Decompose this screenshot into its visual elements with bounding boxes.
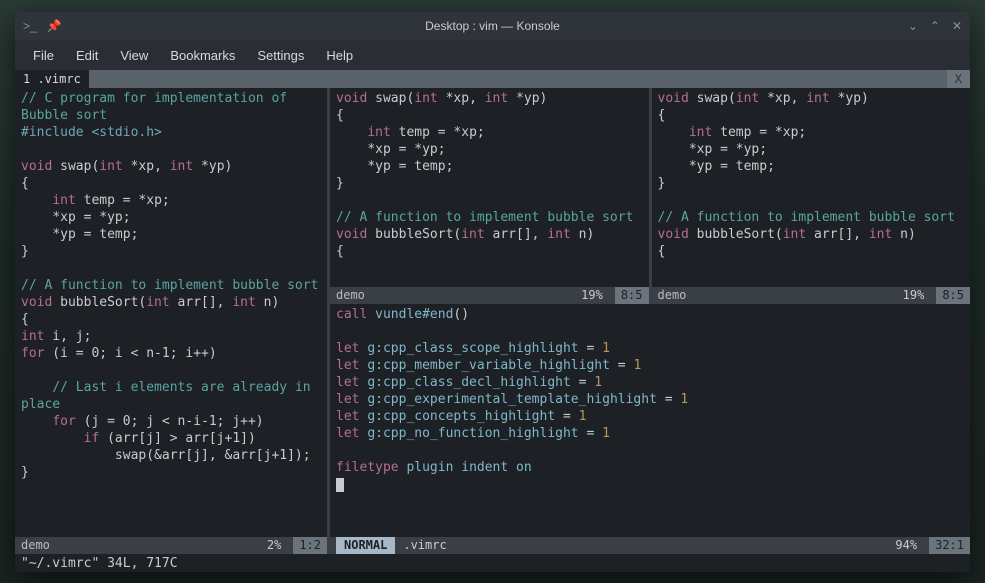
mode-indicator: NORMAL: [336, 537, 395, 554]
status-position: 32:1: [929, 537, 970, 554]
cursor: [336, 478, 344, 492]
status-percent: 2%: [267, 537, 281, 554]
status-percent: 19%: [581, 287, 603, 304]
close-button[interactable]: ✕: [952, 19, 962, 33]
menu-file[interactable]: File: [25, 44, 62, 67]
menu-help[interactable]: Help: [318, 44, 361, 67]
pane-vimrc: call vundle#end() let g:cpp_class_scope_…: [330, 304, 970, 554]
tab-vimrc[interactable]: 1 .vimrc: [15, 70, 89, 88]
pane-top-a: void swap(int *xp, int *yp) { int temp =…: [330, 88, 649, 304]
maximize-button[interactable]: ⌃: [930, 19, 940, 33]
status-position: 8:5: [936, 287, 970, 304]
status-percent: 19%: [903, 287, 925, 304]
statusline-top-a: demo 19% 8:5: [330, 287, 649, 304]
menubar: File Edit View Bookmarks Settings Help: [15, 40, 970, 70]
code-demo-a[interactable]: void swap(int *xp, int *yp) { int temp =…: [330, 88, 649, 287]
window-title: Desktop : vim — Konsole: [15, 19, 970, 33]
minimize-button[interactable]: ⌄: [908, 19, 918, 33]
terminal-icon: >_: [23, 19, 37, 33]
statusline-left: demo 2% 1:2: [15, 537, 327, 554]
menu-bookmarks[interactable]: Bookmarks: [162, 44, 243, 67]
status-filename: demo: [658, 287, 687, 304]
menu-edit[interactable]: Edit: [68, 44, 106, 67]
editor-area: // C program for implementation of Bubbl…: [15, 88, 970, 554]
code-vimrc[interactable]: call vundle#end() let g:cpp_class_scope_…: [330, 304, 970, 537]
code-demo-b[interactable]: void swap(int *xp, int *yp) { int temp =…: [652, 88, 971, 287]
menu-view[interactable]: View: [112, 44, 156, 67]
tabline-fill: [89, 70, 947, 88]
titlebar[interactable]: >_ 📌 Desktop : vim — Konsole ⌄ ⌃ ✕: [15, 12, 970, 40]
tab-close-indicator[interactable]: X: [947, 70, 970, 88]
menu-settings[interactable]: Settings: [249, 44, 312, 67]
pane-top-b: void swap(int *xp, int *yp) { int temp =…: [652, 88, 971, 304]
pin-icon[interactable]: 📌: [47, 19, 62, 33]
status-filename: demo: [336, 287, 365, 304]
status-filename: .vimrc: [395, 537, 454, 554]
pane-left: // C program for implementation of Bubbl…: [15, 88, 327, 554]
status-position: 1:2: [293, 537, 327, 554]
konsole-window: >_ 📌 Desktop : vim — Konsole ⌄ ⌃ ✕ File …: [15, 12, 970, 572]
status-percent: 94%: [895, 537, 917, 554]
code-demo-full[interactable]: // C program for implementation of Bubbl…: [15, 88, 327, 537]
status-filename: demo: [21, 537, 50, 554]
vim-cmdline: "~/.vimrc" 34L, 717C: [15, 554, 970, 572]
status-position: 8:5: [615, 287, 649, 304]
statusline-vimrc: NORMAL .vimrc 94% 32:1: [330, 537, 970, 554]
pane-right-container: void swap(int *xp, int *yp) { int temp =…: [330, 88, 970, 554]
statusline-top-b: demo 19% 8:5: [652, 287, 971, 304]
vim-tabline: 1 .vimrc X: [15, 70, 970, 88]
